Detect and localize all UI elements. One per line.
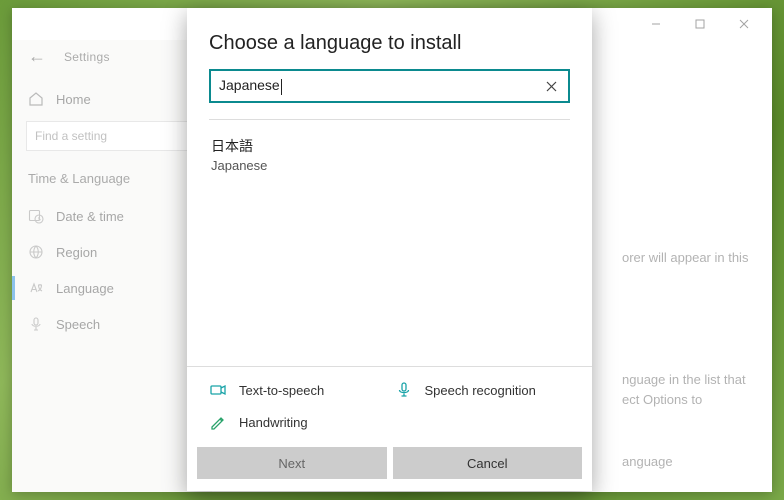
dialog-title: Choose a language to install [209,32,570,55]
next-button[interactable]: Next [197,447,387,479]
search-input-text: Japanese [219,77,534,94]
tts-icon [209,381,227,399]
language-result-item[interactable]: 日本語 Japanese [209,130,570,179]
choose-language-dialog: Choose a language to install Japanese 日本… [187,8,592,491]
microphone-icon [395,381,413,399]
cancel-button[interactable]: Cancel [393,447,583,479]
feature-tts: Text-to-speech [209,381,385,399]
feature-label: Speech recognition [425,383,536,398]
feature-label: Handwriting [239,415,308,430]
feature-speech-recognition: Speech recognition [395,381,571,399]
feature-handwriting: Handwriting [209,413,385,431]
result-localized-name: Japanese [211,158,568,173]
feature-label: Text-to-speech [239,383,324,398]
text-cursor [281,79,282,95]
clear-search-button[interactable] [542,77,560,95]
feature-legend: Text-to-speech Speech recognition Handwr… [187,366,592,441]
handwriting-icon [209,413,227,431]
result-native-name: 日本語 [211,136,568,156]
language-search-field[interactable]: Japanese [209,69,570,103]
